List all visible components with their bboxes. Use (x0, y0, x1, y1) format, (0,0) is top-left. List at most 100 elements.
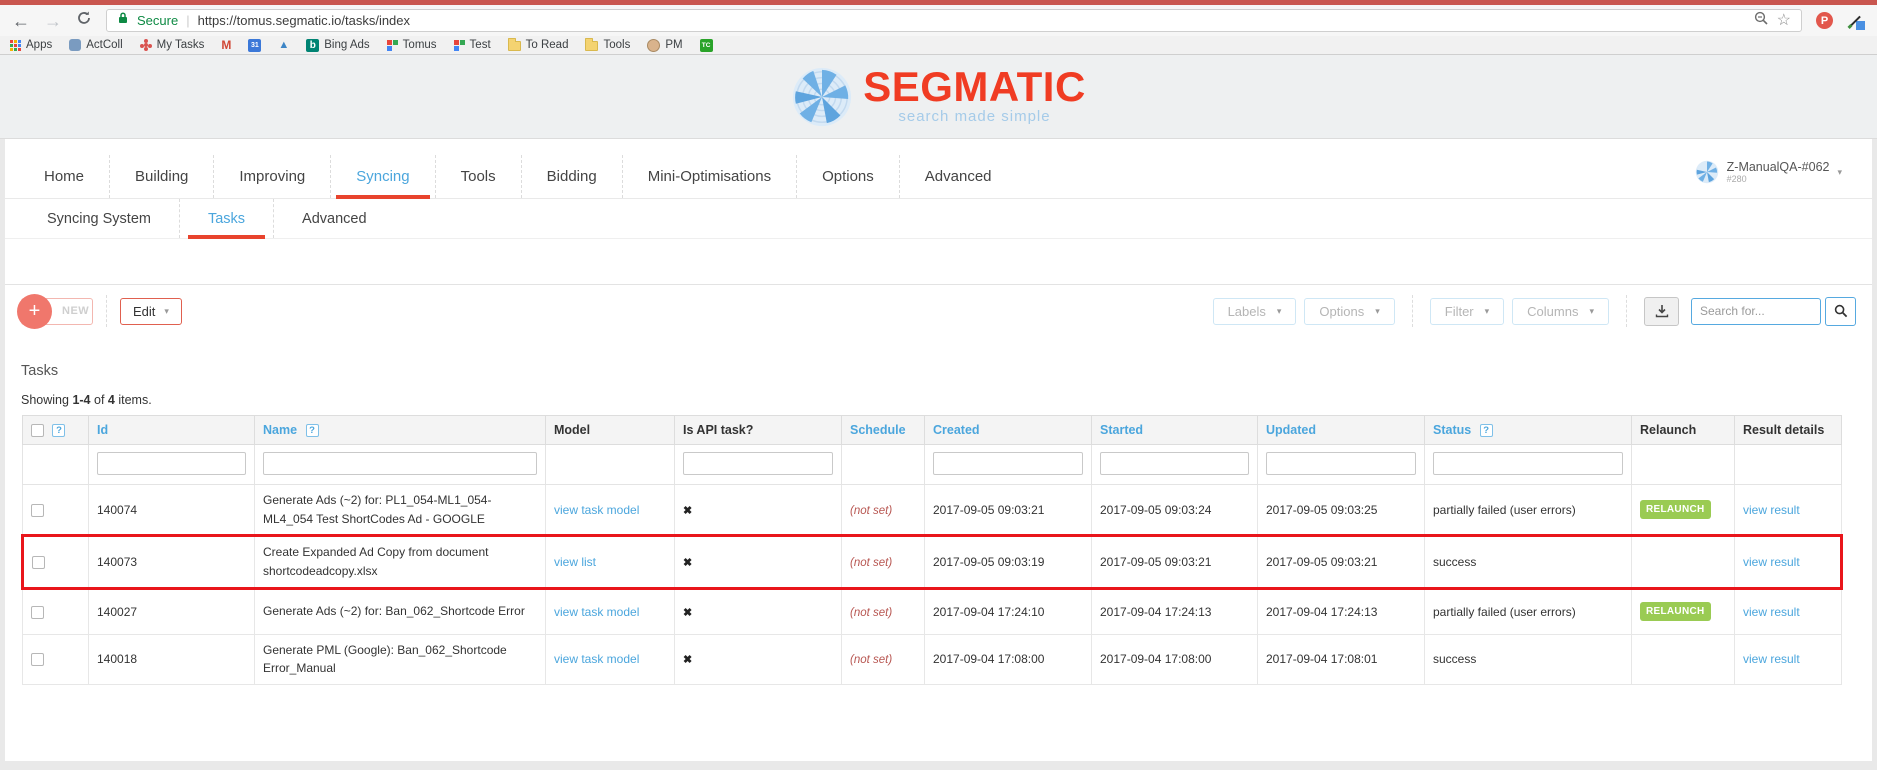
bookmark-tc[interactable]: TC (699, 38, 713, 52)
url-bar[interactable]: Secure | https://tomus.segmatic.io/tasks… (106, 9, 1802, 32)
download-icon (1655, 305, 1668, 318)
help-icon[interactable]: ? (305, 424, 319, 438)
subtab-tasks[interactable]: Tasks (178, 199, 273, 239)
labels-dropdown-button[interactable]: Labels ▾ (1212, 297, 1297, 325)
row-checkbox[interactable] (31, 605, 44, 619)
filter-input-is-api[interactable] (683, 452, 833, 476)
tab-home[interactable]: Home (19, 155, 109, 198)
bookmark-my-tasks[interactable]: My Tasks (140, 39, 204, 51)
zoom-icon[interactable] (1754, 11, 1769, 31)
filter-input-updated[interactable] (1266, 452, 1416, 476)
cell-updated: 2017-09-05 09:03:21 (1257, 534, 1425, 590)
header-result-details: Result details (1734, 414, 1842, 446)
tab-mini-optimisations[interactable]: Mini-Optimisations (621, 155, 796, 198)
help-icon[interactable]: ? (1479, 424, 1493, 438)
filter-input-name[interactable] (263, 452, 537, 476)
edit-dropdown-button[interactable]: Edit ▾ (120, 297, 182, 325)
tab-building[interactable]: Building (109, 155, 213, 198)
table-header-row: ? Id Name ? Model Is API task? Schedule … (22, 414, 1842, 446)
forward-icon[interactable]: → (44, 12, 62, 30)
bookmark-star-icon[interactable]: ☆ (1777, 12, 1791, 29)
cell-id: 140074 (88, 484, 255, 537)
view-result-link[interactable]: view result (1743, 555, 1800, 569)
cell-started: 2017-09-04 17:08:00 (1091, 633, 1258, 685)
color-squares-icon (453, 39, 465, 51)
new-button[interactable]: + NEW (17, 293, 93, 329)
view-task-model-link[interactable]: view task model (554, 503, 639, 517)
bookmarks-bar: Apps ActColl My Tasks M 31 ▲ b Bing Ads … (0, 36, 1877, 55)
bookmark-gmail[interactable]: M (221, 38, 231, 52)
cell-schedule: (not set) (850, 504, 893, 517)
filter-input-id[interactable] (97, 452, 246, 476)
header-started[interactable]: Started (1091, 414, 1258, 446)
tab-tools[interactable]: Tools (434, 155, 521, 198)
refresh-icon[interactable] (76, 10, 92, 31)
header-updated[interactable]: Updated (1257, 414, 1425, 446)
color-squares-icon (386, 39, 398, 51)
url-text[interactable]: https://tomus.segmatic.io/tasks/index (198, 13, 410, 28)
row-checkbox[interactable] (32, 556, 45, 570)
bookmark-pm[interactable]: PM (647, 38, 683, 52)
header-is-api-task: Is API task? (674, 414, 842, 446)
row-checkbox[interactable] (31, 653, 44, 667)
secure-label: Secure (137, 13, 179, 28)
user-id: #280 (1726, 174, 1747, 184)
cell-name: Generate Ads (~2) for: PL1_054-ML1_054-M… (254, 484, 546, 537)
actcoll-icon (69, 39, 82, 51)
back-icon[interactable]: ← (12, 12, 30, 30)
bookmark-to-read[interactable]: To Read (507, 38, 568, 51)
segmatic-logo[interactable]: SEGMATIC search made simple (791, 66, 1086, 128)
cell-status: partially failed (user errors) (1424, 484, 1632, 537)
header-status[interactable]: Status ? (1424, 414, 1632, 446)
tab-syncing[interactable]: Syncing (330, 155, 434, 199)
extension-p-icon[interactable]: P (1816, 12, 1833, 29)
columns-dropdown-button[interactable]: Columns ▾ (1512, 297, 1609, 325)
row-checkbox[interactable] (31, 503, 44, 517)
search-button[interactable] (1825, 296, 1856, 326)
header-created[interactable]: Created (924, 414, 1092, 446)
bookmark-calendar[interactable]: 31 (248, 38, 262, 52)
header-id[interactable]: Id (88, 414, 255, 446)
bookmark-analytics[interactable]: ▲ (278, 39, 289, 51)
tab-improving[interactable]: Improving (213, 155, 330, 198)
view-result-link[interactable]: view result (1743, 605, 1800, 619)
logo-title: SEGMATIC (863, 63, 1086, 111)
subtab-syncing-system[interactable]: Syncing System (19, 199, 179, 238)
view-task-model-link[interactable]: view task model (554, 605, 639, 619)
eyedropper-extension-icon[interactable] (1847, 12, 1865, 30)
view-result-link[interactable]: view result (1743, 652, 1800, 666)
header-schedule[interactable]: Schedule (841, 414, 925, 446)
view-result-link[interactable]: view result (1743, 503, 1800, 517)
plus-icon: + (17, 293, 52, 329)
subtab-advanced[interactable]: Advanced (273, 199, 395, 238)
relaunch-button[interactable]: RELAUNCH (1640, 500, 1711, 520)
bookmark-bing-ads[interactable]: b Bing Ads (306, 38, 370, 52)
search-input[interactable] (1691, 297, 1821, 325)
bookmark-tomus[interactable]: Tomus (386, 39, 437, 51)
bookmark-actcoll[interactable]: ActColl (69, 39, 123, 51)
options-dropdown-button[interactable]: Options ▾ (1304, 297, 1395, 325)
bookmark-tools[interactable]: Tools (585, 38, 630, 51)
filter-input-started[interactable] (1100, 452, 1249, 476)
help-icon[interactable]: ? (52, 424, 66, 437)
view-list-link[interactable]: view list (554, 555, 596, 569)
select-all-checkbox[interactable] (31, 424, 44, 438)
filter-input-created[interactable] (933, 452, 1083, 476)
download-button[interactable] (1644, 296, 1679, 326)
site-header: SEGMATIC search made simple (0, 55, 1877, 139)
cell-id: 140073 (88, 534, 255, 590)
view-task-model-link[interactable]: view task model (554, 652, 639, 666)
filter-input-status[interactable] (1433, 452, 1623, 476)
relaunch-button[interactable]: RELAUNCH (1640, 602, 1711, 622)
user-account-selector[interactable]: Z-ManualQA-#062 #280 ▾ (1695, 160, 1842, 184)
cell-updated: 2017-09-05 09:03:25 (1257, 484, 1425, 537)
tab-advanced[interactable]: Advanced (898, 155, 1017, 198)
bookmark-apps[interactable]: Apps (10, 39, 52, 51)
header-name[interactable]: Name ? (254, 414, 546, 446)
bookmark-test[interactable]: Test (453, 39, 491, 51)
filter-dropdown-button[interactable]: Filter ▾ (1429, 297, 1505, 325)
tab-options[interactable]: Options (796, 155, 899, 198)
header-relaunch: Relaunch (1631, 414, 1735, 446)
chevron-down-icon: ▾ (164, 305, 169, 316)
tab-bidding[interactable]: Bidding (520, 155, 622, 198)
